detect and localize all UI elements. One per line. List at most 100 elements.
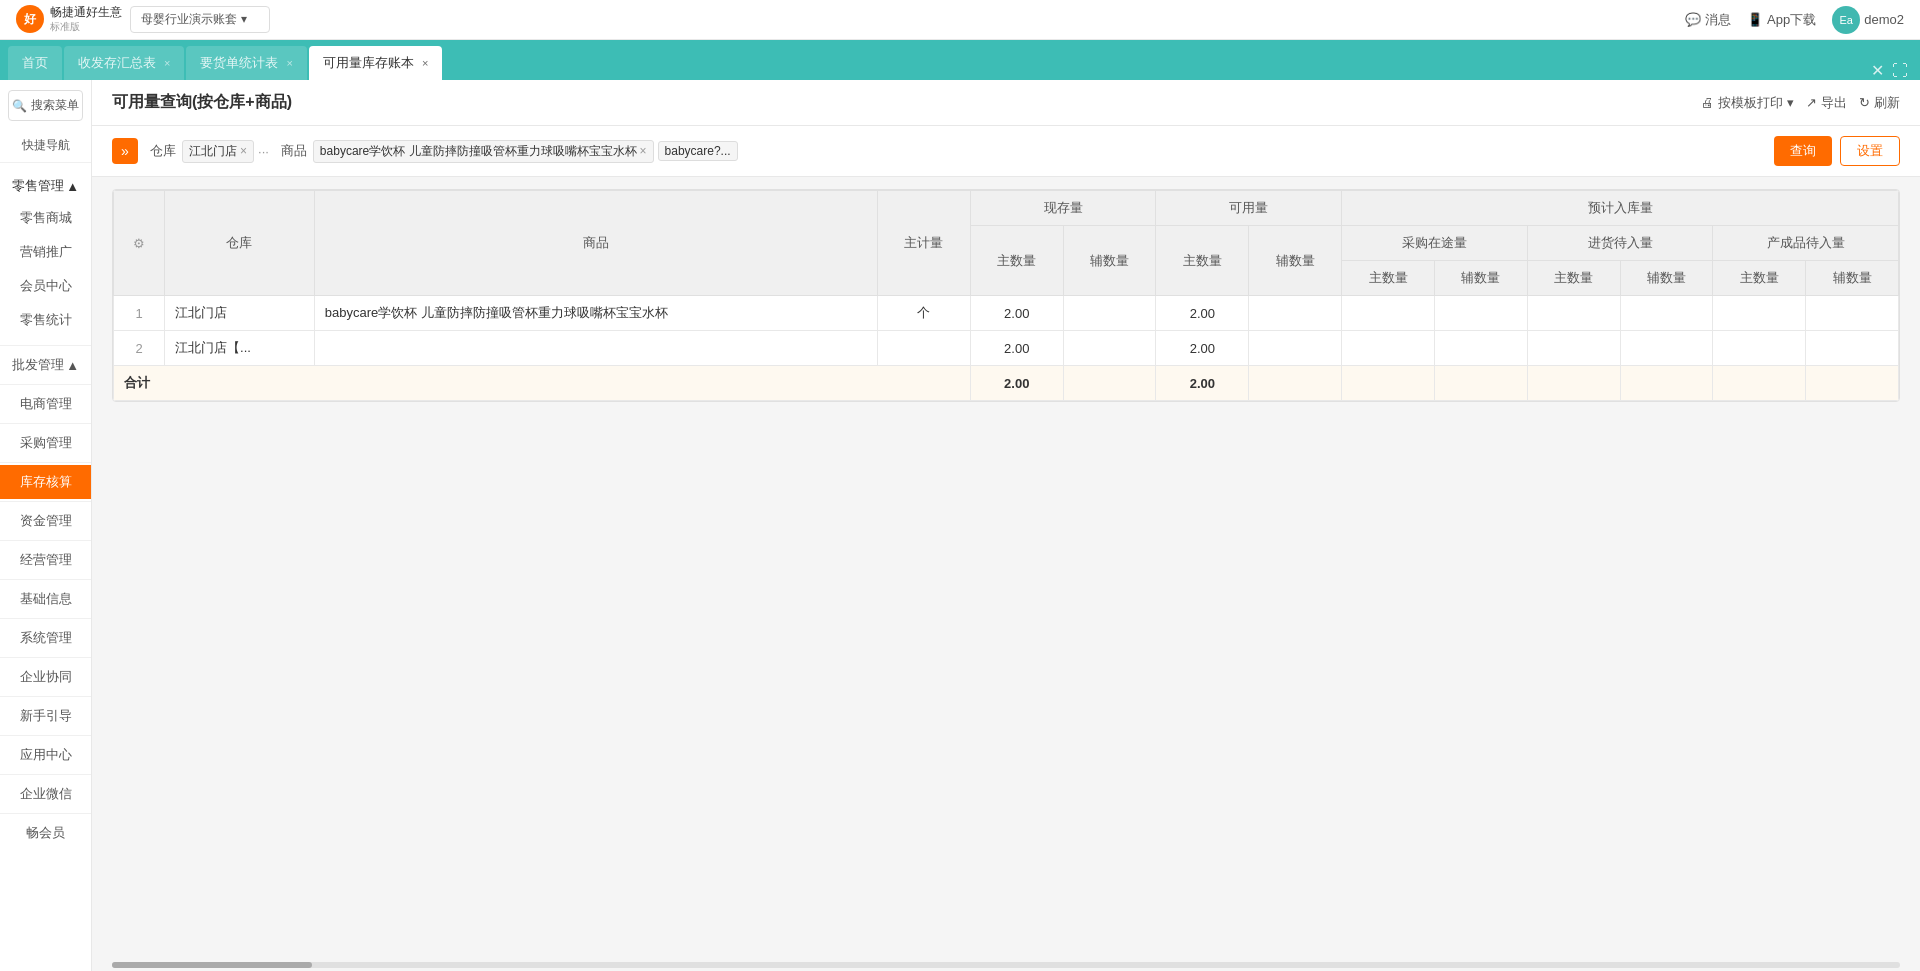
top-bar-left: 好 畅捷通好生意 标准版 母婴行业演示账套 ▾ bbox=[16, 5, 270, 33]
sidebar-divider-5 bbox=[0, 462, 91, 463]
user-menu[interactable]: Ea demo2 bbox=[1832, 6, 1904, 34]
app-icon: 📱 bbox=[1747, 12, 1763, 27]
col-product-header: 商品 bbox=[314, 191, 877, 296]
settings-btn[interactable]: 设置 bbox=[1840, 136, 1900, 166]
row-1-incoming-main bbox=[1527, 296, 1620, 331]
row-2-stock-main: 2.00 bbox=[970, 331, 1063, 366]
tab-yaohuo-close[interactable]: × bbox=[286, 57, 292, 69]
sidebar-item-qiye[interactable]: 企业协同 bbox=[0, 660, 91, 694]
sidebar-divider-10 bbox=[0, 657, 91, 658]
tab-yaohuo[interactable]: 要货单统计表 × bbox=[186, 46, 306, 80]
warehouse-tag-remove-0[interactable]: × bbox=[240, 144, 247, 158]
scroll-thumb[interactable] bbox=[112, 962, 312, 968]
quick-nav-btn[interactable]: 快捷导航 bbox=[0, 131, 91, 160]
quick-nav-label: 快捷导航 bbox=[22, 138, 70, 152]
col-production-aux-header: 辅数量 bbox=[1806, 261, 1899, 296]
col-available-aux-header: 辅数量 bbox=[1249, 226, 1342, 296]
product-tag-text-1: babycare?... bbox=[665, 144, 731, 158]
warehouse-tag-0[interactable]: 江北门店 × bbox=[182, 140, 254, 163]
top-bar: 好 畅捷通好生意 标准版 母婴行业演示账套 ▾ 💬 消息 📱 App下载 Ea … bbox=[0, 0, 1920, 40]
sidebar-item-xinshou[interactable]: 新手引导 bbox=[0, 699, 91, 733]
row-1-production-main bbox=[1713, 296, 1806, 331]
search-menu-label: 搜索菜单 bbox=[31, 97, 79, 114]
tab-shoufacun-close[interactable]: × bbox=[164, 57, 170, 69]
sidebar-item-dianshang[interactable]: 电商管理 bbox=[0, 387, 91, 421]
product-tag-text-0: babycare学饮杯 儿童防摔防撞吸管杯重力球吸嘴杯宝宝水杯 bbox=[320, 143, 637, 160]
row-1-purchase-main bbox=[1342, 296, 1435, 331]
row-1-available-main: 2.00 bbox=[1156, 296, 1249, 331]
sidebar-item-kucun[interactable]: 库存核算 bbox=[0, 465, 91, 499]
tab-keyong-close[interactable]: × bbox=[422, 57, 428, 69]
row-2-unit bbox=[878, 331, 971, 366]
sidebar-item-tongji[interactable]: 零售统计 bbox=[0, 303, 91, 337]
logo-icon: 好 bbox=[16, 5, 44, 33]
sidebar-divider-13 bbox=[0, 774, 91, 775]
app-download-btn[interactable]: 📱 App下载 bbox=[1747, 11, 1816, 29]
sidebar-divider-3 bbox=[0, 384, 91, 385]
sidebar-item-huiyuan[interactable]: 会员中心 bbox=[0, 269, 91, 303]
tab-home[interactable]: 首页 bbox=[8, 46, 62, 80]
content-area: 可用量查询(按仓库+商品) 🖨 按模板打印 ▾ ↗ 导出 ↻ 刷新 » bbox=[92, 80, 1920, 971]
row-2-index: 2 bbox=[114, 331, 165, 366]
query-btn[interactable]: 查询 bbox=[1774, 136, 1832, 166]
col-purchase-aux-header: 辅数量 bbox=[1434, 261, 1527, 296]
row-1-warehouse: 江北门店 bbox=[165, 296, 315, 331]
sidebar-item-yingyong[interactable]: 应用中心 bbox=[0, 738, 91, 772]
export-icon: ↗ bbox=[1806, 95, 1817, 110]
search-menu-btn[interactable]: 🔍 搜索菜单 bbox=[8, 90, 83, 121]
row-1-index: 1 bbox=[114, 296, 165, 331]
logo-text: 畅捷通好生意 bbox=[50, 5, 122, 19]
sidebar-item-jingying[interactable]: 经营管理 bbox=[0, 543, 91, 577]
refresh-btn[interactable]: ↻ 刷新 bbox=[1859, 94, 1900, 112]
message-label: 消息 bbox=[1705, 11, 1731, 29]
org-dropdown-icon: ▾ bbox=[241, 12, 247, 26]
col-incoming-aux-header: 辅数量 bbox=[1620, 261, 1713, 296]
warehouse-filter-label: 仓库 bbox=[150, 142, 176, 160]
product-tag-1[interactable]: babycare?... bbox=[658, 141, 738, 161]
sidebar-item-yingxiao[interactable]: 营销推广 bbox=[0, 235, 91, 269]
scroll-track[interactable] bbox=[112, 962, 1900, 968]
export-btn[interactable]: ↗ 导出 bbox=[1806, 94, 1847, 112]
nav-fullscreen-btn[interactable]: ⛶ bbox=[1892, 62, 1908, 80]
sidebar-search-area: 🔍 搜索菜单 bbox=[0, 80, 91, 131]
refresh-icon: ↻ bbox=[1859, 95, 1870, 110]
col-stock-main-header: 主数量 bbox=[970, 226, 1063, 296]
product-tag-0[interactable]: babycare学饮杯 儿童防摔防撞吸管杯重力球吸嘴杯宝宝水杯 × bbox=[313, 140, 654, 163]
sidebar-item-caigou[interactable]: 采购管理 bbox=[0, 426, 91, 460]
export-label: 导出 bbox=[1821, 94, 1847, 112]
sidebar-item-zijin[interactable]: 资金管理 bbox=[0, 504, 91, 538]
col-production-main-header: 主数量 bbox=[1713, 261, 1806, 296]
table-footer-row: 合计 2.00 2.00 bbox=[114, 366, 1899, 401]
tab-shoufacun[interactable]: 收发存汇总表 × bbox=[64, 46, 184, 80]
sidebar-item-xitong[interactable]: 系统管理 bbox=[0, 621, 91, 655]
col-gear[interactable]: ⚙ bbox=[114, 191, 165, 296]
row-2-stock-aux bbox=[1063, 331, 1156, 366]
nav-close-all-btn[interactable]: ✕ bbox=[1871, 61, 1884, 80]
sidebar-item-shangcheng[interactable]: 零售商城 bbox=[0, 201, 91, 235]
nav-tab-actions: ✕ ⛶ bbox=[1871, 61, 1920, 80]
row-1-stock-aux bbox=[1063, 296, 1156, 331]
row-2-production-aux bbox=[1806, 331, 1899, 366]
org-selector[interactable]: 母婴行业演示账套 ▾ bbox=[130, 6, 270, 33]
print-btn[interactable]: 🖨 按模板打印 ▾ bbox=[1701, 94, 1794, 112]
sidebar: 🔍 搜索菜单 快捷导航 零售管理 ▲ 零售商城 营销推广 会员中心 零售统计 bbox=[0, 80, 92, 971]
print-icon: 🖨 bbox=[1701, 95, 1714, 110]
sidebar-item-lingxiao[interactable]: 零售管理 ▲ bbox=[0, 171, 91, 201]
sidebar-item-jichu[interactable]: 基础信息 bbox=[0, 582, 91, 616]
filter-expand-btn[interactable]: » bbox=[112, 138, 138, 164]
filter-actions: 查询 设置 bbox=[1774, 136, 1900, 166]
sidebar-divider-6 bbox=[0, 501, 91, 502]
row-1-product: babycare学饮杯 儿童防摔防撞吸管杯重力球吸嘴杯宝宝水杯 bbox=[314, 296, 877, 331]
footer-label: 合计 bbox=[114, 366, 971, 401]
warehouse-filter-more[interactable]: ··· bbox=[258, 144, 269, 159]
footer-purchase-aux bbox=[1434, 366, 1527, 401]
gear-icon[interactable]: ⚙ bbox=[133, 236, 145, 251]
tab-keyong[interactable]: 可用量库存账本 × bbox=[309, 46, 442, 80]
sidebar-item-qiyeweixin[interactable]: 企业微信 bbox=[0, 777, 91, 811]
sidebar-item-pifa[interactable]: 批发管理 ▲ bbox=[0, 348, 91, 382]
sidebar-divider-14 bbox=[0, 813, 91, 814]
message-btn[interactable]: 💬 消息 bbox=[1685, 11, 1731, 29]
sidebar-item-changyuan[interactable]: 畅会员 bbox=[0, 816, 91, 850]
product-tags: babycare学饮杯 儿童防摔防撞吸管杯重力球吸嘴杯宝宝水杯 × babyca… bbox=[313, 140, 738, 163]
product-tag-remove-0[interactable]: × bbox=[640, 144, 647, 158]
